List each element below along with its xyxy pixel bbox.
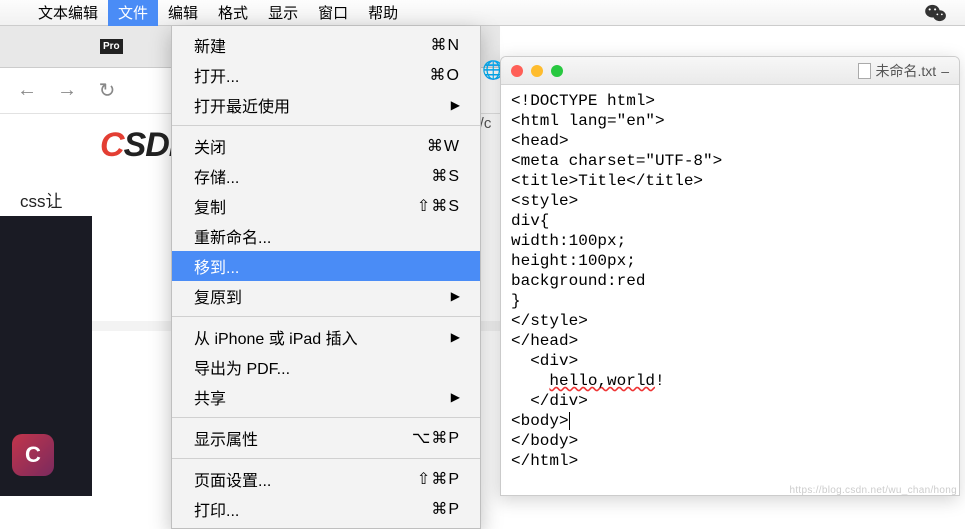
text-editor-content[interactable]: <!DOCTYPE html> <html lang="en"> <head> … [501,85,959,477]
submenu-arrow-icon: ▶ [451,390,460,404]
menu-item[interactable]: 从 iPhone 或 iPad 插入▶ [172,322,480,352]
menu-item[interactable]: 存储...⌘S [172,161,480,191]
reload-icon[interactable]: ↻ [96,78,118,103]
app-icon[interactable]: C [12,434,54,476]
shortcut: ⌘N [430,35,460,55]
window-title: 未命名.txt – [501,61,959,81]
menu-item[interactable]: 复原到▶ [172,281,480,311]
shortcut: ⌘O [430,65,460,85]
shortcut: ⌘W [427,136,460,156]
submenu-arrow-icon: ▶ [451,98,460,112]
document-icon [858,63,871,79]
menu-item[interactable]: 共享▶ [172,382,480,412]
menu-item[interactable]: 重新命名... [172,221,480,251]
menu-item[interactable]: 打开...⌘O [172,60,480,90]
macos-menubar: 文本编辑 文件 编辑 格式 显示 窗口 帮助 [0,0,965,26]
menubar-item-window[interactable]: 窗口 [308,0,358,26]
menu-item[interactable]: 导出为 PDF... [172,352,480,382]
shortcut: ⇧⌘P [417,469,460,489]
back-icon[interactable]: ← [16,79,38,102]
menubar-item-edit[interactable]: 编辑 [158,0,208,26]
file-menu-dropdown: 新建⌘N打开...⌘O打开最近使用▶ 关闭⌘W存储...⌘S复制⇧⌘S重新命名..… [171,26,481,529]
wechat-icon[interactable] [925,4,947,22]
menubar-item-view[interactable]: 显示 [258,0,308,26]
menubar-item-format[interactable]: 格式 [208,0,258,26]
menu-separator [172,316,480,317]
zoom-icon[interactable] [551,65,563,77]
menu-item[interactable]: 复制⇧⌘S [172,191,480,221]
menubar-app-name[interactable]: 文本编辑 [28,0,108,26]
submenu-arrow-icon: ▶ [451,289,460,303]
close-icon[interactable] [511,65,523,77]
menu-separator [172,458,480,459]
watermark: https://blog.csdn.net/wu_chan/hong [789,485,957,496]
window-titlebar[interactable]: 未命名.txt – [501,57,959,85]
menu-item[interactable]: 移到... [172,251,480,281]
forward-icon[interactable]: → [56,79,78,102]
menu-item[interactable]: 显示属性⌥⌘P [172,423,480,453]
pro-badge: Pro [100,39,123,54]
shortcut: ⌘S [431,166,460,186]
submenu-arrow-icon: ▶ [451,330,460,344]
menubar-item-file[interactable]: 文件 [108,0,158,26]
menu-item[interactable]: 打开最近使用▶ [172,90,480,120]
menu-separator [172,417,480,418]
shortcut: ⌥⌘P [412,428,460,448]
menu-item[interactable]: 新建⌘N [172,30,480,60]
textedit-window: 未命名.txt – <!DOCTYPE html> <html lang="en… [500,56,960,496]
menu-item[interactable]: 打印...⌘P [172,494,480,524]
menu-item[interactable]: 页面设置...⇧⌘P [172,464,480,494]
menu-item[interactable]: 关闭⌘W [172,131,480,161]
menu-separator [172,125,480,126]
menubar-item-help[interactable]: 帮助 [358,0,408,26]
sidebar-strip: C [0,216,92,496]
traffic-lights [511,65,563,77]
shortcut: ⌘P [431,499,460,519]
minimize-icon[interactable] [531,65,543,77]
shortcut: ⇧⌘S [417,196,460,216]
